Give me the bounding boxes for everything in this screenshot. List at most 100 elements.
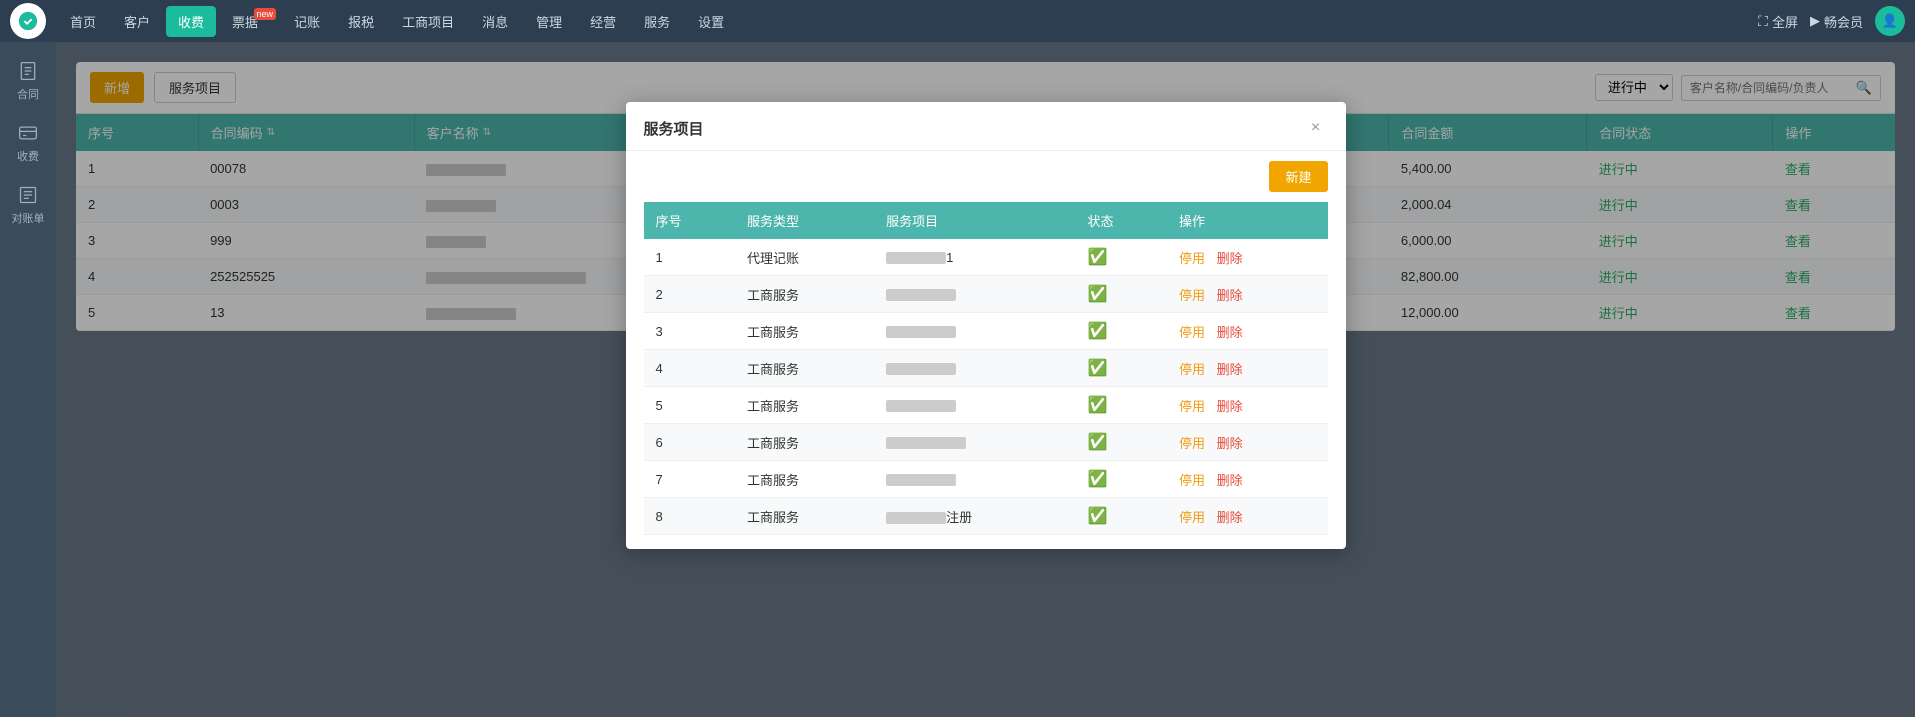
modal-table-header-row: 序号 服务类型 服务项目 状态 操作 <box>644 202 1328 239</box>
stop-button[interactable]: 停用 <box>1179 436 1205 451</box>
app-logo[interactable] <box>10 3 46 39</box>
list-item: 2 工商服务 ✅ 停用 删除 <box>644 276 1328 313</box>
delete-button[interactable]: 删除 <box>1217 399 1243 414</box>
list-item: 5 工商服务 ✅ 停用 删除 <box>644 387 1328 424</box>
nav-manage[interactable]: 管理 <box>524 6 574 37</box>
top-navigation: 首页 客户 收费 票据 new 记账 报税 工商项目 消息 管理 经营 服务 设… <box>0 0 1915 42</box>
sidebar-label-statement: 对账单 <box>12 210 45 226</box>
cell-action[interactable]: 停用 删除 <box>1167 424 1327 461</box>
status-check-icon: ✅ <box>1088 249 1108 266</box>
modal-new-button[interactable]: 新建 <box>1269 161 1327 192</box>
mth-status: 状态 <box>1076 202 1168 239</box>
nav-message[interactable]: 消息 <box>470 6 520 37</box>
member-icon: ▶ <box>1810 13 1820 29</box>
cell-status: ✅ <box>1076 276 1168 313</box>
nav-fee[interactable]: 收费 <box>166 6 216 37</box>
cell-type: 代理记账 <box>735 239 874 276</box>
contract-icon <box>17 60 39 82</box>
cell-seq: 6 <box>644 424 736 461</box>
cell-action[interactable]: 停用 删除 <box>1167 313 1327 350</box>
service-items-table-body: 1 代理记账 1 ✅ 停用 删除 2 工商服务 ✅ 停用 删除 3 工商服务 ✅… <box>644 239 1328 535</box>
delete-button[interactable]: 删除 <box>1217 288 1243 303</box>
modal-close-button[interactable]: × <box>1304 116 1328 140</box>
cell-type: 工商服务 <box>735 313 874 350</box>
delete-button[interactable]: 删除 <box>1217 473 1243 488</box>
sidebar: 合同 收费 对账单 <box>0 42 56 717</box>
modal-table-wrap[interactable]: 序号 服务类型 服务项目 状态 操作 1 代理记账 1 ✅ 停用 删除 <box>626 202 1346 549</box>
nav-invoice[interactable]: 票据 new <box>220 6 278 37</box>
delete-button[interactable]: 删除 <box>1217 362 1243 377</box>
nav-settings[interactable]: 设置 <box>686 6 736 37</box>
cell-action[interactable]: 停用 删除 <box>1167 239 1327 276</box>
cell-item <box>874 461 1075 498</box>
modal-overlay: 服务项目 × 新建 序号 服务类型 服务项目 状态 <box>56 42 1915 717</box>
stop-button[interactable]: 停用 <box>1179 362 1205 377</box>
fullscreen-button[interactable]: ⛶ 全屏 <box>1758 12 1798 31</box>
status-check-icon: ✅ <box>1088 323 1108 340</box>
cell-status: ✅ <box>1076 239 1168 276</box>
modal-header: 服务项目 × <box>626 102 1346 151</box>
fullscreen-icon: ⛶ <box>1758 13 1768 30</box>
cell-action[interactable]: 停用 删除 <box>1167 387 1327 424</box>
status-check-icon: ✅ <box>1088 508 1108 525</box>
stop-button[interactable]: 停用 <box>1179 399 1205 414</box>
mth-action: 操作 <box>1167 202 1327 239</box>
cell-seq: 8 <box>644 498 736 535</box>
stop-button[interactable]: 停用 <box>1179 251 1205 266</box>
nav-customer[interactable]: 客户 <box>112 6 162 37</box>
cell-item <box>874 350 1075 387</box>
cell-type: 工商服务 <box>735 350 874 387</box>
list-item: 6 工商服务 ✅ 停用 删除 <box>644 424 1328 461</box>
cell-item <box>874 387 1075 424</box>
delete-button[interactable]: 删除 <box>1217 510 1243 525</box>
stop-button[interactable]: 停用 <box>1179 288 1205 303</box>
stop-button[interactable]: 停用 <box>1179 473 1205 488</box>
cell-action[interactable]: 停用 删除 <box>1167 276 1327 313</box>
status-check-icon: ✅ <box>1088 471 1108 488</box>
delete-button[interactable]: 删除 <box>1217 251 1243 266</box>
cell-type: 工商服务 <box>735 498 874 535</box>
mth-seq: 序号 <box>644 202 736 239</box>
statement-icon <box>17 184 39 206</box>
status-check-icon: ✅ <box>1088 360 1108 377</box>
cell-status: ✅ <box>1076 424 1168 461</box>
cell-type: 工商服务 <box>735 276 874 313</box>
avatar[interactable]: 👤 <box>1875 6 1905 36</box>
cell-item <box>874 313 1075 350</box>
cell-item: 注册 <box>874 498 1075 535</box>
nav-items: 首页 客户 收费 票据 new 记账 报税 工商项目 消息 管理 经营 服务 设… <box>58 6 1758 37</box>
cell-status: ✅ <box>1076 387 1168 424</box>
sidebar-item-fee[interactable]: 收费 <box>0 112 56 174</box>
cell-status: ✅ <box>1076 461 1168 498</box>
cell-action[interactable]: 停用 删除 <box>1167 498 1327 535</box>
delete-button[interactable]: 删除 <box>1217 325 1243 340</box>
cell-seq: 2 <box>644 276 736 313</box>
member-button[interactable]: ▶ 畅会员 <box>1810 12 1863 31</box>
cell-seq: 7 <box>644 461 736 498</box>
cell-seq: 5 <box>644 387 736 424</box>
cell-item <box>874 276 1075 313</box>
cell-action[interactable]: 停用 删除 <box>1167 461 1327 498</box>
stop-button[interactable]: 停用 <box>1179 325 1205 340</box>
sidebar-item-statement[interactable]: 对账单 <box>0 174 56 236</box>
nav-operation[interactable]: 经营 <box>578 6 628 37</box>
list-item: 8 工商服务 注册 ✅ 停用 删除 <box>644 498 1328 535</box>
status-check-icon: ✅ <box>1088 434 1108 451</box>
nav-service[interactable]: 服务 <box>632 6 682 37</box>
cell-status: ✅ <box>1076 498 1168 535</box>
delete-button[interactable]: 删除 <box>1217 436 1243 451</box>
nav-business[interactable]: 工商项目 <box>390 6 466 37</box>
service-items-table: 序号 服务类型 服务项目 状态 操作 1 代理记账 1 ✅ 停用 删除 <box>644 202 1328 535</box>
cell-seq: 1 <box>644 239 736 276</box>
sidebar-item-contract[interactable]: 合同 <box>0 50 56 112</box>
new-badge: new <box>254 8 277 20</box>
nav-home[interactable]: 首页 <box>58 6 108 37</box>
cell-type: 工商服务 <box>735 461 874 498</box>
nav-tax[interactable]: 报税 <box>336 6 386 37</box>
cell-type: 工商服务 <box>735 387 874 424</box>
mth-item: 服务项目 <box>874 202 1075 239</box>
stop-button[interactable]: 停用 <box>1179 510 1205 525</box>
cell-action[interactable]: 停用 删除 <box>1167 350 1327 387</box>
nav-bookkeeping[interactable]: 记账 <box>282 6 332 37</box>
cell-status: ✅ <box>1076 350 1168 387</box>
